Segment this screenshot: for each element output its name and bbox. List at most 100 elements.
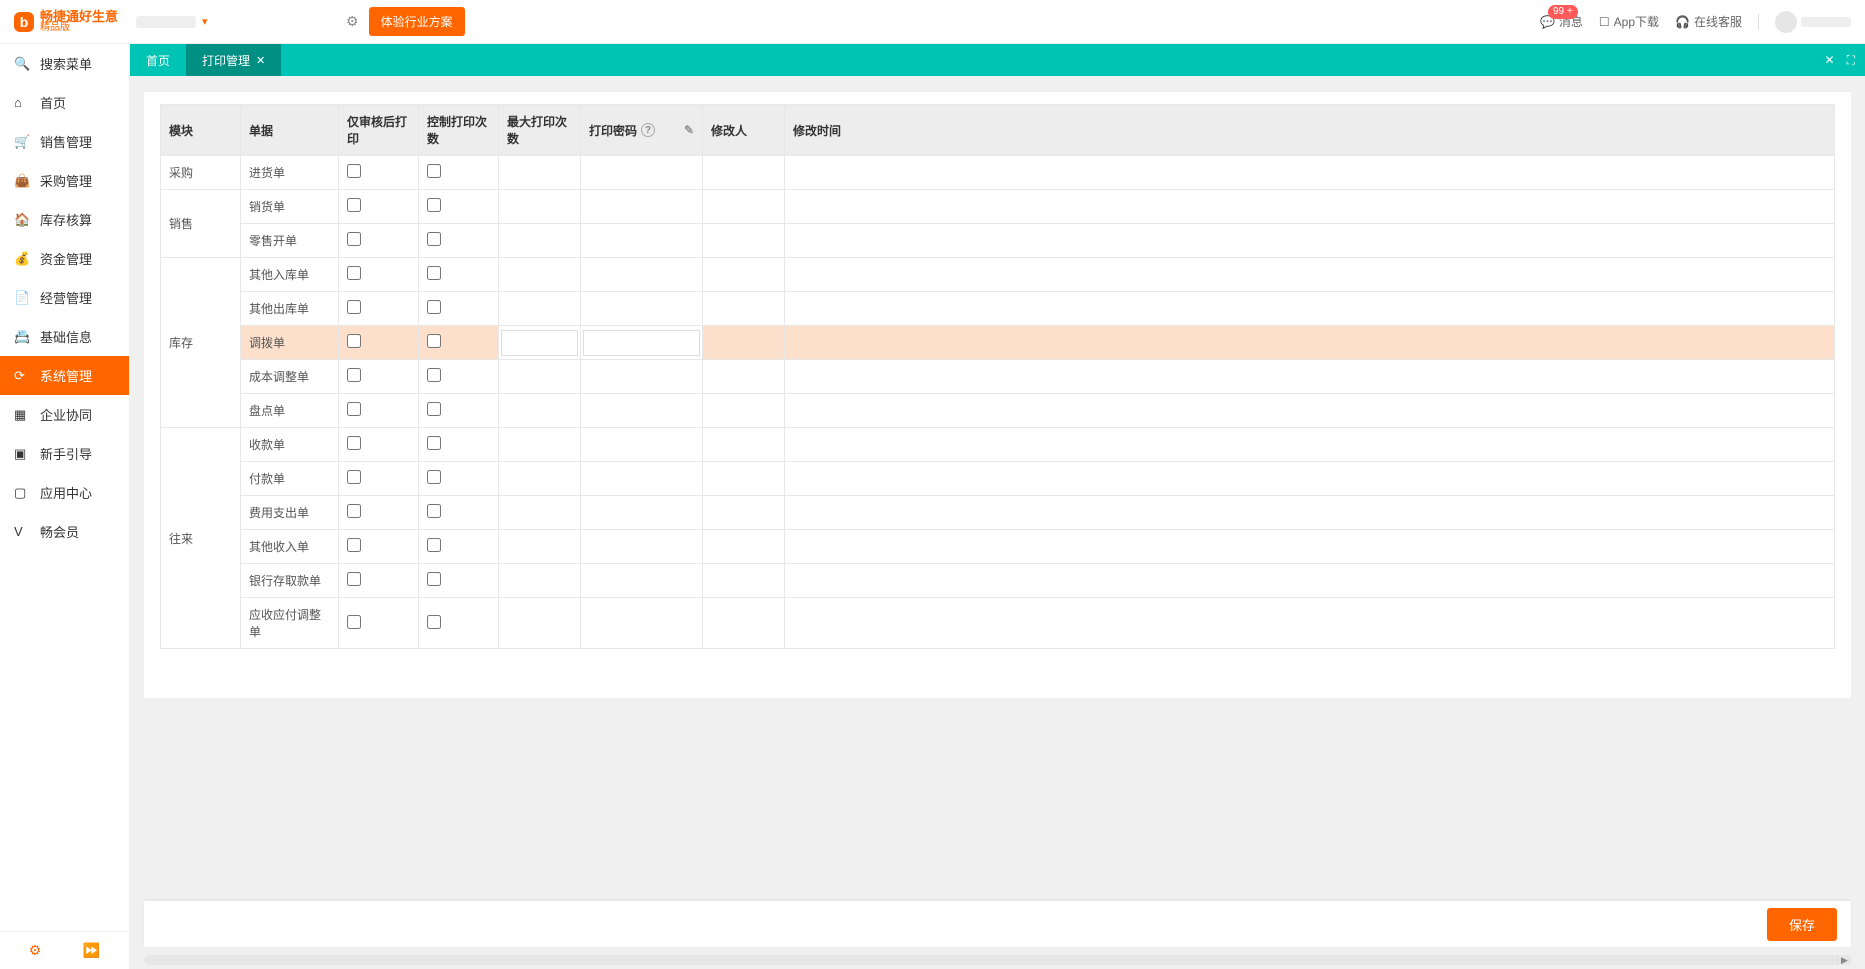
- only-audited-checkbox[interactable]: [347, 538, 361, 552]
- modified-by-cell: [703, 530, 785, 564]
- sidebar-item-sales[interactable]: 🛒销售管理: [0, 122, 129, 161]
- print-password-cell: [581, 258, 703, 292]
- table-row: 调拨单: [161, 326, 1835, 360]
- sidebar-item-newbie-guide[interactable]: ▣新手引导: [0, 434, 129, 473]
- edit-password-icon[interactable]: ✎: [684, 123, 694, 137]
- only-audited-cell: [339, 292, 419, 326]
- control-count-checkbox[interactable]: [427, 334, 441, 348]
- modified-time-cell: [785, 530, 1835, 564]
- max-count-cell: [499, 258, 581, 292]
- control-count-checkbox[interactable]: [427, 470, 441, 484]
- control-count-checkbox[interactable]: [427, 300, 441, 314]
- only-audited-checkbox[interactable]: [347, 164, 361, 178]
- app-download-link[interactable]: ☐ App下载: [1599, 13, 1659, 30]
- scroll-right-icon[interactable]: ▶: [1837, 955, 1851, 965]
- control-count-checkbox[interactable]: [427, 266, 441, 280]
- close-all-tabs-icon[interactable]: ✕: [1825, 53, 1835, 67]
- chevron-down-icon: ▾: [202, 15, 208, 28]
- control-count-checkbox[interactable]: [427, 615, 441, 629]
- doc-cell: 零售开单: [241, 224, 339, 258]
- sidebar-item-purchase[interactable]: 👜采购管理: [0, 161, 129, 200]
- only-audited-checkbox[interactable]: [347, 368, 361, 382]
- settings-gear-icon[interactable]: ⚙: [29, 942, 42, 959]
- table-row: 成本调整单: [161, 360, 1835, 394]
- only-audited-checkbox[interactable]: [347, 504, 361, 518]
- sidebar-item-basic-info[interactable]: 📇基础信息: [0, 317, 129, 356]
- app-center-icon: ▢: [14, 485, 30, 501]
- only-audited-cell: [339, 326, 419, 360]
- sidebar-item-enterprise-collab[interactable]: ▦企业协同: [0, 395, 129, 434]
- sidebar-item-search-menu[interactable]: 🔍搜索菜单: [0, 44, 129, 83]
- control-count-checkbox[interactable]: [427, 538, 441, 552]
- sidebar-item-finance[interactable]: 💰资金管理: [0, 239, 129, 278]
- sidebar-item-label: 企业协同: [40, 405, 92, 424]
- help-icon[interactable]: ?: [641, 123, 655, 137]
- only-audited-checkbox[interactable]: [347, 470, 361, 484]
- user-menu[interactable]: [1775, 11, 1851, 33]
- print-password-cell: [581, 156, 703, 190]
- only-audited-checkbox[interactable]: [347, 266, 361, 280]
- control-count-checkbox[interactable]: [427, 402, 441, 416]
- only-audited-checkbox[interactable]: [347, 615, 361, 629]
- sidebar-item-label: 采购管理: [40, 171, 92, 190]
- table-row: 往来收款单: [161, 428, 1835, 462]
- sidebar-item-operation[interactable]: 📄经营管理: [0, 278, 129, 317]
- control-count-checkbox[interactable]: [427, 368, 441, 382]
- tab-close-icon[interactable]: ✕: [256, 54, 265, 67]
- tab-print-manage[interactable]: 打印管理✕: [186, 44, 281, 76]
- topbar-right: 99 + 💬 消息 ☐ App下载 🎧 在线客服: [1540, 11, 1851, 33]
- module-cell: 往来: [161, 428, 241, 649]
- max-count-cell: [499, 530, 581, 564]
- sidebar-item-home[interactable]: ⌂首页: [0, 83, 129, 122]
- messages-link[interactable]: 99 + 💬 消息: [1540, 13, 1583, 30]
- tab-home[interactable]: 首页: [130, 44, 186, 76]
- print-password-input[interactable]: [583, 330, 700, 356]
- gear-icon[interactable]: ⚙: [346, 13, 359, 30]
- modified-by-cell: [703, 224, 785, 258]
- table-header-row: 模块 单据 仅审核后打印 控制打印次数 最大打印次数 打印密码 ?: [161, 105, 1835, 156]
- doc-cell: 调拨单: [241, 326, 339, 360]
- sidebar-item-system-manage[interactable]: ⟳系统管理: [0, 356, 129, 395]
- doc-cell: 成本调整单: [241, 360, 339, 394]
- only-audited-checkbox[interactable]: [347, 436, 361, 450]
- online-service-link[interactable]: 🎧 在线客服: [1675, 13, 1742, 30]
- sidebar-item-inventory-accounting[interactable]: 🏠库存核算: [0, 200, 129, 239]
- control-count-checkbox[interactable]: [427, 198, 441, 212]
- horizontal-scrollbar[interactable]: ▶: [144, 955, 1851, 965]
- only-audited-checkbox[interactable]: [347, 198, 361, 212]
- only-audited-checkbox[interactable]: [347, 334, 361, 348]
- control-count-checkbox[interactable]: [427, 164, 441, 178]
- control-count-checkbox[interactable]: [427, 504, 441, 518]
- sidebar-item-label: 畅会员: [40, 522, 79, 541]
- save-button[interactable]: 保存: [1767, 908, 1837, 941]
- collapse-sidebar-icon[interactable]: ⏩: [83, 942, 100, 959]
- control-count-checkbox[interactable]: [427, 232, 441, 246]
- nav-list: 🔍搜索菜单⌂首页🛒销售管理👜采购管理🏠库存核算💰资金管理📄经营管理📇基础信息⟳系…: [0, 44, 129, 931]
- experience-industry-button[interactable]: 体验行业方案: [369, 7, 465, 36]
- max-count-input[interactable]: [501, 330, 578, 356]
- inventory-accounting-icon: 🏠: [14, 212, 30, 228]
- print-settings-table: 模块 单据 仅审核后打印 控制打印次数 最大打印次数 打印密码 ?: [160, 104, 1835, 649]
- only-audited-cell: [339, 190, 419, 224]
- tenant-selector[interactable]: ▾: [136, 15, 336, 28]
- print-password-cell: [581, 190, 703, 224]
- module-cell: 采购: [161, 156, 241, 190]
- control-count-cell: [419, 224, 499, 258]
- only-audited-checkbox[interactable]: [347, 402, 361, 416]
- only-audited-checkbox[interactable]: [347, 300, 361, 314]
- table-row: 零售开单: [161, 224, 1835, 258]
- control-count-cell: [419, 462, 499, 496]
- brand-mark-icon: b: [14, 12, 34, 32]
- fullscreen-icon[interactable]: ⛶: [1847, 53, 1855, 68]
- th-module: 模块: [161, 105, 241, 156]
- sidebar-item-member[interactable]: V畅会员: [0, 512, 129, 551]
- control-count-checkbox[interactable]: [427, 572, 441, 586]
- sidebar-item-app-center[interactable]: ▢应用中心: [0, 473, 129, 512]
- modified-by-cell: [703, 496, 785, 530]
- only-audited-checkbox[interactable]: [347, 232, 361, 246]
- control-count-checkbox[interactable]: [427, 436, 441, 450]
- headset-icon: 🎧: [1675, 15, 1690, 29]
- doc-cell: 销货单: [241, 190, 339, 224]
- only-audited-checkbox[interactable]: [347, 572, 361, 586]
- sidebar-footer: ⚙ ⏩: [0, 931, 129, 969]
